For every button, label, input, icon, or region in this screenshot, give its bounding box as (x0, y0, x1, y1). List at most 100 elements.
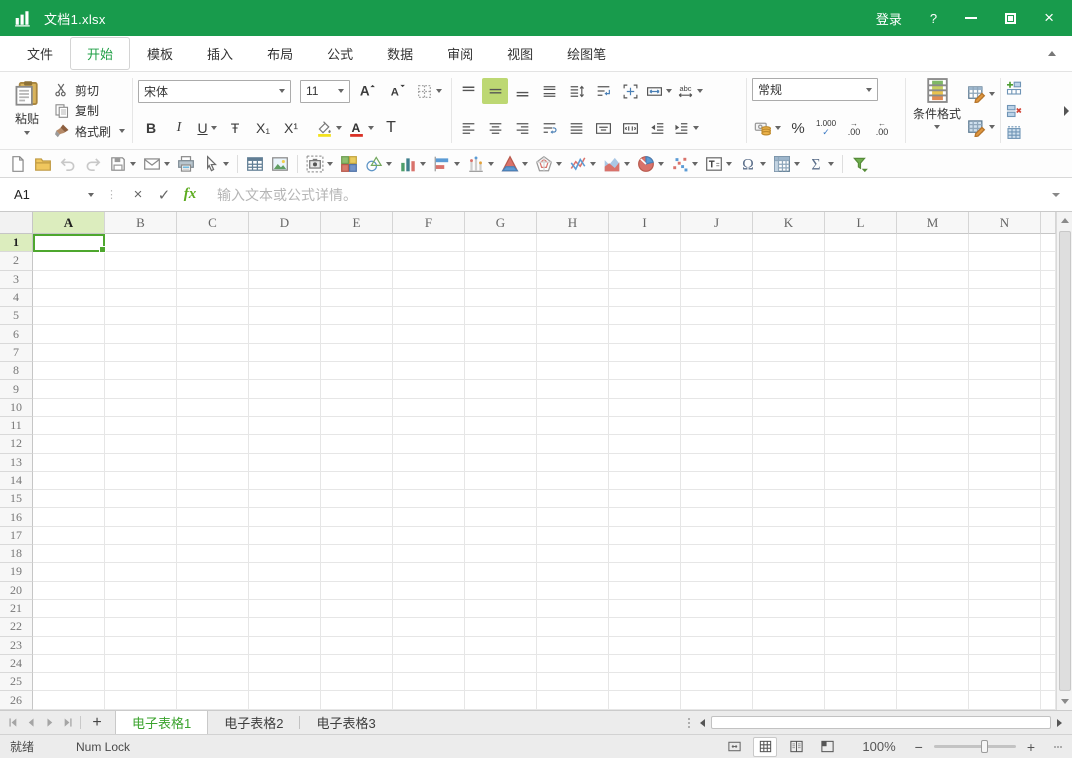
cell-C15[interactable] (177, 490, 249, 508)
collapse-ribbon-icon[interactable] (1048, 51, 1056, 56)
menu-tab-6[interactable]: 公式 (310, 37, 370, 70)
cell-G20[interactable] (465, 582, 537, 600)
text-box-caret-icon[interactable] (726, 162, 732, 166)
cell-M26[interactable] (897, 691, 969, 709)
cell-H6[interactable] (537, 325, 609, 343)
increase-indent-caret-icon[interactable] (693, 126, 699, 130)
cell-A8[interactable] (33, 362, 105, 380)
cell-J8[interactable] (681, 362, 753, 380)
row-header-24[interactable]: 24 (0, 655, 33, 673)
cell-K13[interactable] (753, 454, 825, 472)
cell-L17[interactable] (825, 527, 897, 545)
cell-K6[interactable] (753, 325, 825, 343)
row-header-19[interactable]: 19 (0, 563, 33, 581)
cell-partial[interactable] (1041, 673, 1056, 691)
cell-E20[interactable] (321, 582, 393, 600)
cell-M12[interactable] (897, 435, 969, 453)
menu-tab-4[interactable]: 插入 (190, 37, 250, 70)
cell-J11[interactable] (681, 417, 753, 435)
cell-A7[interactable] (33, 344, 105, 362)
zoom-slider[interactable] (934, 745, 1016, 748)
cell-K12[interactable] (753, 435, 825, 453)
row-header-6[interactable]: 6 (0, 325, 33, 343)
cell-I15[interactable] (609, 490, 681, 508)
column-header-B[interactable]: B (105, 212, 177, 234)
cell-E14[interactable] (321, 472, 393, 490)
cell-I26[interactable] (609, 691, 681, 709)
row-header-17[interactable]: 17 (0, 527, 33, 545)
cell-B1[interactable] (105, 234, 177, 252)
cell-E15[interactable] (321, 490, 393, 508)
cell-M23[interactable] (897, 637, 969, 655)
cell-C10[interactable] (177, 399, 249, 417)
cell-F1[interactable] (393, 234, 465, 252)
cell-K21[interactable] (753, 600, 825, 618)
cell-B13[interactable] (105, 454, 177, 472)
paste-button[interactable]: 粘贴 (6, 77, 48, 146)
cell-H14[interactable] (537, 472, 609, 490)
cancel-entry-button[interactable]: × (125, 183, 151, 207)
cell-M19[interactable] (897, 563, 969, 581)
column-header-partial[interactable] (1041, 212, 1056, 234)
cell-partial[interactable] (1041, 417, 1056, 435)
cell-C7[interactable] (177, 344, 249, 362)
scroll-up-button[interactable] (1057, 212, 1072, 229)
currency-button[interactable] (752, 115, 783, 141)
row-header-14[interactable]: 14 (0, 472, 33, 490)
next-sheet-button[interactable] (40, 712, 58, 734)
cell-D16[interactable] (249, 508, 321, 526)
new-file-button[interactable] (6, 152, 30, 176)
column-header-D[interactable]: D (249, 212, 321, 234)
cell-K11[interactable] (753, 417, 825, 435)
format-painter-button[interactable]: 格式刷 (54, 121, 125, 141)
cell-B19[interactable] (105, 563, 177, 581)
decrease-font-button[interactable]: A (384, 78, 410, 104)
cell-width-caret-icon[interactable] (666, 89, 672, 93)
align-bottom-button[interactable] (509, 78, 535, 104)
decrease-indent-button[interactable] (644, 115, 670, 141)
formula-splitter-handle[interactable]: ⋮ (106, 191, 117, 199)
align-top-button[interactable] (455, 78, 481, 104)
cell-D22[interactable] (249, 618, 321, 636)
cell-I5[interactable] (609, 307, 681, 325)
vertical-distribute-button[interactable] (536, 78, 562, 104)
cell-B18[interactable] (105, 545, 177, 563)
cell-D1[interactable] (249, 234, 321, 252)
cell-L13[interactable] (825, 454, 897, 472)
borders-button[interactable] (414, 78, 444, 104)
sheet-tab-1[interactable]: 电子表格1 (115, 711, 208, 735)
cell-N20[interactable] (969, 582, 1041, 600)
cell-E9[interactable] (321, 380, 393, 398)
cell-L5[interactable] (825, 307, 897, 325)
cell-K18[interactable] (753, 545, 825, 563)
cell-L11[interactable] (825, 417, 897, 435)
cell-M17[interactable] (897, 527, 969, 545)
normal-view-button[interactable] (753, 737, 777, 757)
cell-partial[interactable] (1041, 691, 1056, 709)
cell-L4[interactable] (825, 289, 897, 307)
mail-button[interactable] (140, 152, 173, 176)
cell-partial[interactable] (1041, 362, 1056, 380)
cell-F16[interactable] (393, 508, 465, 526)
cell-partial[interactable] (1041, 655, 1056, 673)
sigma-button[interactable]: Σ (804, 152, 837, 176)
cell-N18[interactable] (969, 545, 1041, 563)
cell-N26[interactable] (969, 691, 1041, 709)
cell-C13[interactable] (177, 454, 249, 472)
cell-J23[interactable] (681, 637, 753, 655)
column-header-K[interactable]: K (753, 212, 825, 234)
cell-C12[interactable] (177, 435, 249, 453)
cursor-caret-icon[interactable] (223, 162, 229, 166)
omega-caret-icon[interactable] (760, 162, 766, 166)
cell-F13[interactable] (393, 454, 465, 472)
cell-G1[interactable] (465, 234, 537, 252)
cell-C23[interactable] (177, 637, 249, 655)
fill-color-button[interactable] (314, 115, 344, 141)
cell-H25[interactable] (537, 673, 609, 691)
cell-D10[interactable] (249, 399, 321, 417)
cell-B20[interactable] (105, 582, 177, 600)
cell-J17[interactable] (681, 527, 753, 545)
wrap-text-button[interactable] (536, 115, 562, 141)
cell-M25[interactable] (897, 673, 969, 691)
cell-F3[interactable] (393, 271, 465, 289)
